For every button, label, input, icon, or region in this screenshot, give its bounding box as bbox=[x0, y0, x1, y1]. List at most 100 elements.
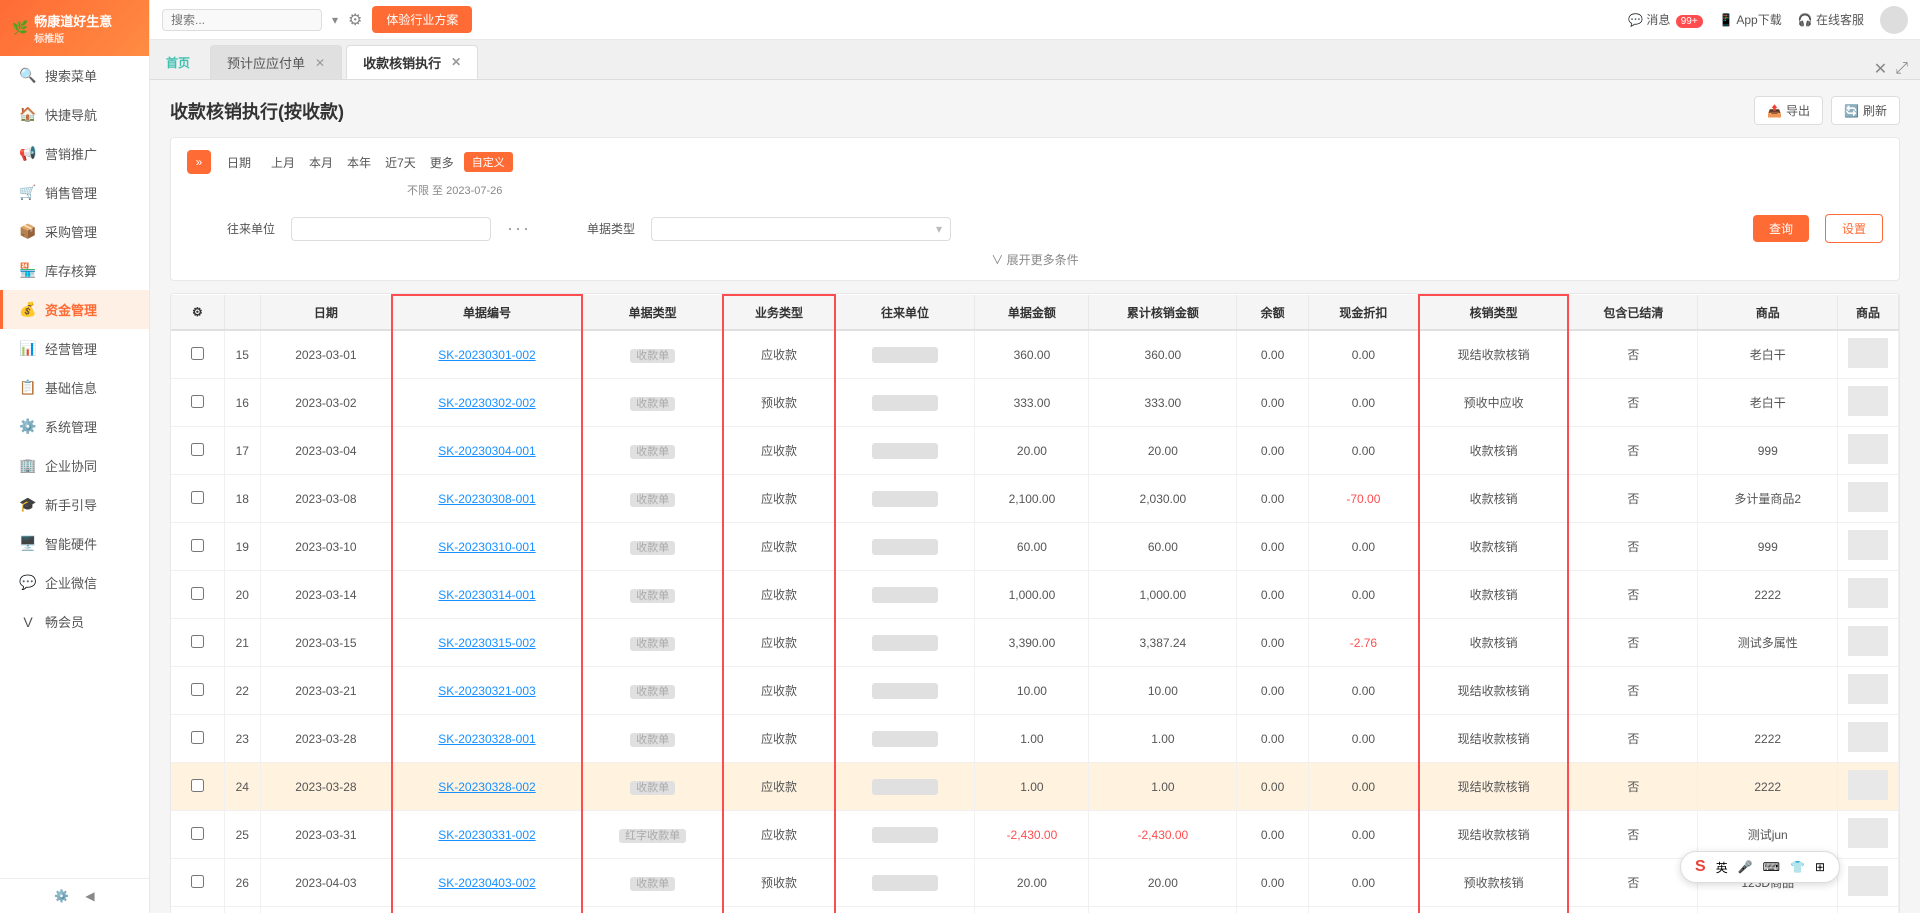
bill-no-link[interactable]: SK-20230331-002 bbox=[438, 828, 535, 842]
col-settled[interactable]: 包含已结清 bbox=[1568, 295, 1698, 330]
cell-bill-no[interactable]: SK-20230301-002 bbox=[392, 330, 582, 379]
sidebar-item-inventory[interactable]: 🏪库存核算 bbox=[0, 251, 149, 290]
table-row[interactable]: 19 2023-03-10 SK-20230310-001 收款单 应收款 60… bbox=[171, 523, 1899, 571]
sidebar-item-wechat[interactable]: 💬企业微信 bbox=[0, 563, 149, 602]
sidebar-item-search[interactable]: 🔍搜索菜单 bbox=[0, 56, 149, 95]
bill-no-link[interactable]: SK-20230328-002 bbox=[438, 780, 535, 794]
col-bill-no[interactable]: 单据编号 bbox=[392, 295, 582, 330]
tab-payable[interactable]: 预计应应付单 ✕ bbox=[210, 45, 342, 79]
date-last-7-days[interactable]: 近7天 bbox=[381, 152, 420, 173]
table-row[interactable]: 15 2023-03-01 SK-20230301-002 收款单 应收款 36… bbox=[171, 330, 1899, 379]
filter-toggle-button[interactable]: » bbox=[187, 150, 211, 174]
table-row[interactable]: 17 2023-03-04 SK-20230304-001 收款单 应收款 20… bbox=[171, 427, 1899, 475]
export-button[interactable]: 📤 导出 bbox=[1754, 96, 1823, 125]
bill-no-link[interactable]: SK-20230403-002 bbox=[438, 876, 535, 890]
col-bill-type[interactable]: 单据类型 bbox=[582, 295, 724, 330]
sidebar-item-vip[interactable]: V畅会员 bbox=[0, 602, 149, 641]
cell-checkbox[interactable] bbox=[171, 571, 224, 619]
cell-bill-no[interactable]: SK-20230328-001 bbox=[392, 715, 582, 763]
table-row[interactable]: 16 2023-03-02 SK-20230302-002 收款单 预收款 33… bbox=[171, 379, 1899, 427]
col-goods2[interactable]: 商品 bbox=[1838, 295, 1899, 330]
bill-no-link[interactable]: SK-20230321-003 bbox=[438, 684, 535, 698]
cell-checkbox[interactable] bbox=[171, 811, 224, 859]
bill-no-link[interactable]: SK-20230304-001 bbox=[438, 444, 535, 458]
tab-collection[interactable]: 收款核销执行 ✕ bbox=[346, 45, 478, 79]
table-row[interactable]: 26 2023-04-03 SK-20230403-002 收款单 预收款 20… bbox=[171, 859, 1899, 907]
table-row[interactable]: 25 2023-03-31 SK-20230331-002 红字收款单 应收款 … bbox=[171, 811, 1899, 859]
cell-checkbox[interactable] bbox=[171, 859, 224, 907]
sidebar-item-operations[interactable]: 📊经营管理 bbox=[0, 329, 149, 368]
cell-checkbox[interactable] bbox=[171, 667, 224, 715]
bill-no-link[interactable]: SK-20230314-001 bbox=[438, 588, 535, 602]
cell-checkbox[interactable] bbox=[171, 379, 224, 427]
col-verify-type[interactable]: 核销类型 bbox=[1419, 295, 1568, 330]
date-custom-button[interactable]: 自定义 bbox=[464, 152, 513, 172]
table-row[interactable]: 18 2023-03-08 SK-20230308-001 收款单 应收款 2,… bbox=[171, 475, 1899, 523]
cell-bill-no[interactable]: SK-20230321-003 bbox=[392, 667, 582, 715]
search-input[interactable] bbox=[162, 9, 322, 31]
tab-payable-close[interactable]: ✕ bbox=[315, 56, 325, 70]
app-download-link[interactable]: 📱 App下载 bbox=[1719, 11, 1782, 28]
col-goods1[interactable]: 商品 bbox=[1698, 295, 1838, 330]
cell-checkbox[interactable] bbox=[171, 523, 224, 571]
sidebar-item-purchase[interactable]: 📦采购管理 bbox=[0, 212, 149, 251]
bill-no-link[interactable]: SK-20230308-001 bbox=[438, 492, 535, 506]
user-avatar[interactable] bbox=[1880, 6, 1908, 34]
collapse-icon[interactable]: ◀ bbox=[85, 889, 94, 903]
cell-checkbox[interactable] bbox=[171, 475, 224, 523]
refresh-button[interactable]: 🔄 刷新 bbox=[1831, 96, 1900, 125]
date-this-year[interactable]: 本年 bbox=[343, 152, 375, 173]
sidebar-item-quicknav[interactable]: 🏠快捷导航 bbox=[0, 95, 149, 134]
sidebar-item-sales[interactable]: 🛒销售管理 bbox=[0, 173, 149, 212]
cell-bill-no[interactable]: SK-20230403-002 bbox=[392, 859, 582, 907]
bill-no-link[interactable]: SK-20230310-001 bbox=[438, 540, 535, 554]
cell-checkbox[interactable] bbox=[171, 619, 224, 667]
cell-bill-no[interactable]: SK-20230308-001 bbox=[392, 475, 582, 523]
table-row[interactable]: 21 2023-03-15 SK-20230315-002 收款单 应收款 3,… bbox=[171, 619, 1899, 667]
partner-input[interactable] bbox=[291, 217, 491, 241]
close-window-icon[interactable]: ✕ bbox=[1874, 59, 1887, 79]
cell-checkbox[interactable] bbox=[171, 715, 224, 763]
tab-home[interactable]: 首页 bbox=[150, 45, 206, 79]
bill-no-link[interactable]: SK-20230328-001 bbox=[438, 732, 535, 746]
ime-grid-icon[interactable]: ⊞ bbox=[1815, 860, 1825, 874]
cell-bill-no[interactable]: SK-20230328-002 bbox=[392, 763, 582, 811]
settings-button[interactable]: 设置 bbox=[1825, 214, 1883, 243]
sidebar-item-corp[interactable]: 🏢企业协同 bbox=[0, 446, 149, 485]
bill-no-link[interactable]: SK-20230301-002 bbox=[438, 348, 535, 362]
ime-mic-icon[interactable]: 🎤 bbox=[1738, 860, 1753, 874]
col-balance[interactable]: 余额 bbox=[1237, 295, 1309, 330]
sidebar-item-system[interactable]: ⚙️系统管理 bbox=[0, 407, 149, 446]
settings-icon[interactable]: ⚙️ bbox=[54, 889, 69, 903]
table-row[interactable]: 22 2023-03-21 SK-20230321-003 收款单 应收款 10… bbox=[171, 667, 1899, 715]
col-discount[interactable]: 现金折扣 bbox=[1308, 295, 1419, 330]
cell-checkbox[interactable] bbox=[171, 330, 224, 379]
col-biz-type[interactable]: 业务类型 bbox=[723, 295, 834, 330]
cell-bill-no[interactable]: SK-20230408-001 bbox=[392, 907, 582, 913]
bill-type-select[interactable]: ▾ bbox=[651, 217, 951, 241]
sidebar-item-basic[interactable]: 📋基础信息 bbox=[0, 368, 149, 407]
col-partner[interactable]: 往来单位 bbox=[835, 295, 975, 330]
sidebar-item-guide[interactable]: 🎓新手引导 bbox=[0, 485, 149, 524]
table-row[interactable]: 24 2023-03-28 SK-20230328-002 收款单 应收款 1.… bbox=[171, 763, 1899, 811]
col-amount[interactable]: 单据金额 bbox=[975, 295, 1089, 330]
gear-icon[interactable]: ⚙ bbox=[348, 10, 362, 30]
sidebar-item-finance[interactable]: 💰资金管理 bbox=[0, 290, 149, 329]
tab-collection-close[interactable]: ✕ bbox=[451, 55, 461, 69]
ime-keyboard-icon[interactable]: ⌨ bbox=[1763, 860, 1780, 874]
ime-shirt-icon[interactable]: 👕 bbox=[1790, 860, 1805, 874]
bill-no-link[interactable]: SK-20230315-002 bbox=[438, 636, 535, 650]
cell-checkbox[interactable] bbox=[171, 427, 224, 475]
cell-bill-no[interactable]: SK-20230302-002 bbox=[392, 379, 582, 427]
cell-bill-no[interactable]: SK-20230314-001 bbox=[392, 571, 582, 619]
table-row[interactable]: 23 2023-03-28 SK-20230328-001 收款单 应收款 1.… bbox=[171, 715, 1899, 763]
cell-bill-no[interactable]: SK-20230331-002 bbox=[392, 811, 582, 859]
cell-bill-no[interactable]: SK-20230310-001 bbox=[392, 523, 582, 571]
table-row[interactable]: 20 2023-03-14 SK-20230314-001 收款单 应收款 1,… bbox=[171, 571, 1899, 619]
industry-solution-button[interactable]: 体验行业方案 bbox=[372, 6, 472, 33]
sidebar-item-hardware[interactable]: 🖥️智能硬件 bbox=[0, 524, 149, 563]
date-last-month[interactable]: 上月 bbox=[267, 152, 299, 173]
online-service-link[interactable]: 🎧 在线客服 bbox=[1798, 11, 1864, 28]
query-button[interactable]: 查询 bbox=[1753, 215, 1809, 242]
col-date[interactable]: 日期 bbox=[260, 295, 392, 330]
